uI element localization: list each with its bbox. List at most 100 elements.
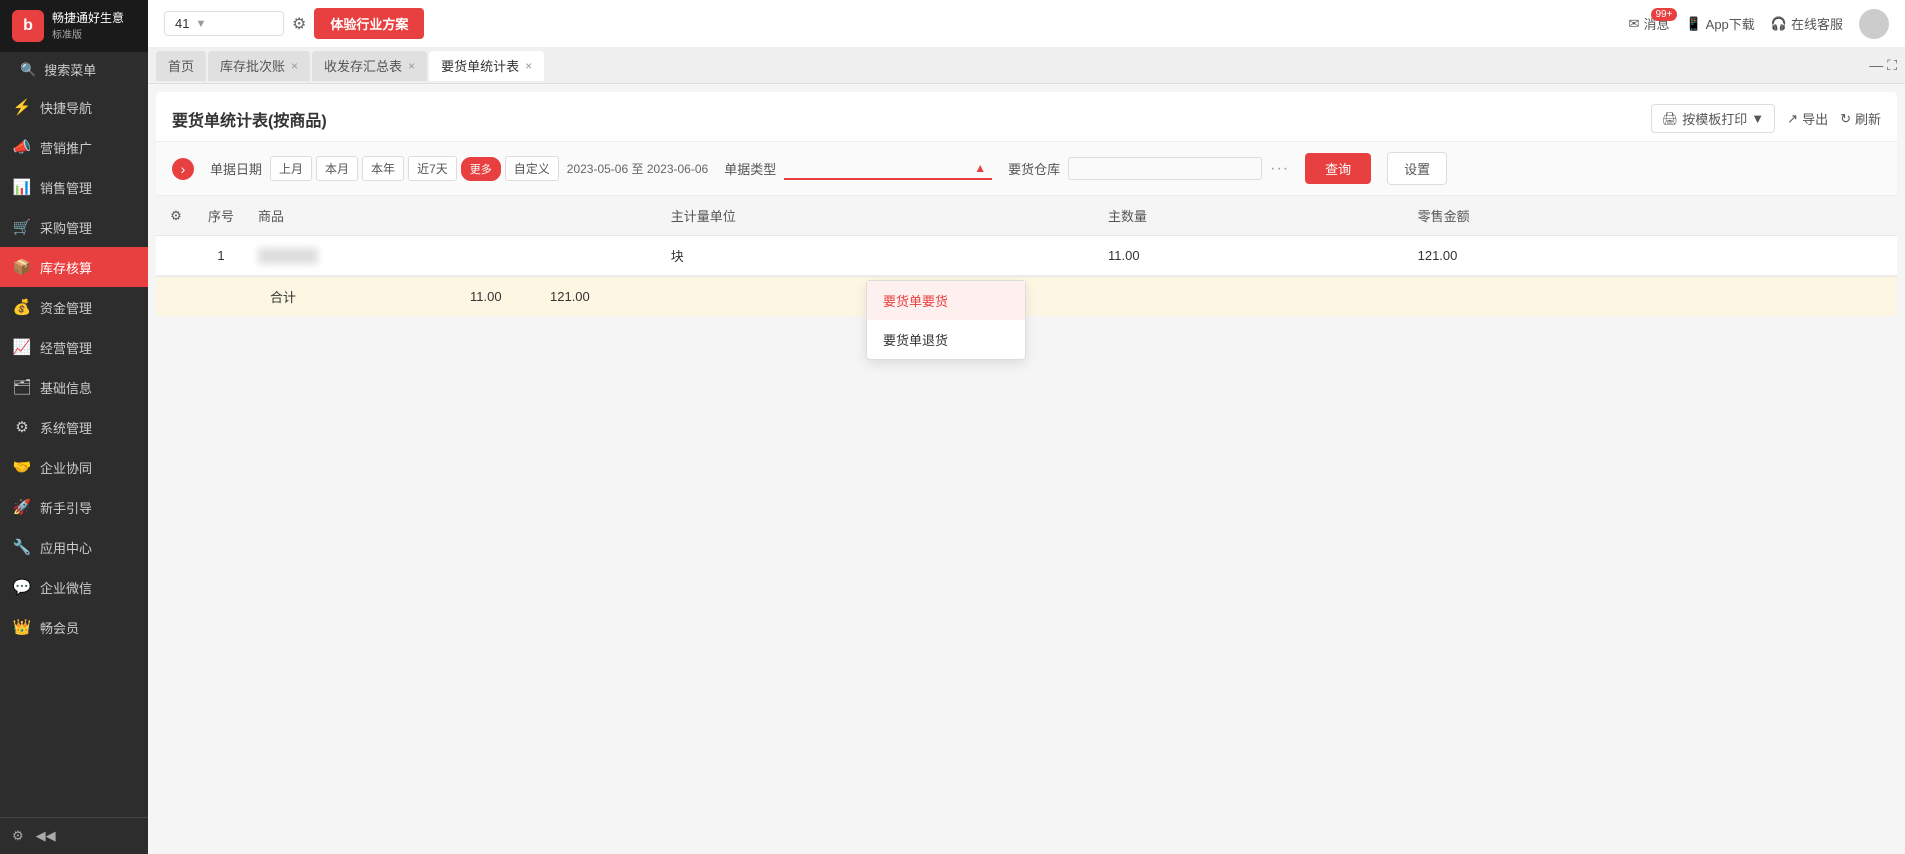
dropdown-item-purchase-order[interactable]: 要货单要货 bbox=[867, 281, 1025, 320]
sidebar-item-label: 系统管理 bbox=[40, 418, 92, 437]
sidebar-item-inventory[interactable]: 📦 库存核算 bbox=[0, 247, 148, 287]
sidebar-item-label: 库存核算 bbox=[40, 258, 92, 277]
filter-settings-button[interactable]: 设置 bbox=[1387, 152, 1447, 185]
topbar: 41 ▼ ⚙ 体验行业方案 ✉ 消息 99+ 📱 App下载 🎧 在线客服 bbox=[148, 0, 1905, 48]
col-num: 序号 bbox=[196, 196, 246, 236]
date-custom-btn[interactable]: 自定义 bbox=[505, 156, 559, 181]
sidebar-item-apps[interactable]: 🔧 应用中心 bbox=[0, 527, 148, 567]
table-body: 1 块 11.00 121.00 bbox=[156, 236, 1897, 276]
tab-order-stats-label: 要货单统计表 bbox=[441, 56, 519, 75]
print-button[interactable]: 🖨 按模板打印 ▼ bbox=[1651, 104, 1775, 133]
table-row: 1 块 11.00 121.00 bbox=[156, 236, 1897, 276]
type-filter-group: 单据类型 ▲ bbox=[724, 157, 992, 180]
inventory-icon: 📦 bbox=[12, 257, 32, 277]
wechat-icon: 💬 bbox=[12, 577, 32, 597]
sidebar-item-wechat[interactable]: 💬 企业微信 bbox=[0, 567, 148, 607]
sidebar-item-system[interactable]: ⚙ 系统管理 bbox=[0, 407, 148, 447]
app-download-icon: 📱 bbox=[1685, 16, 1701, 32]
messages-badge: 99+ bbox=[1651, 8, 1678, 21]
chevron-down-icon: ▼ bbox=[195, 18, 206, 30]
store-selector[interactable]: 41 ▼ bbox=[164, 11, 284, 36]
sidebar-item-marketing[interactable]: 📣 营销推广 bbox=[0, 127, 148, 167]
export-button[interactable]: ↗ 导出 bbox=[1787, 109, 1828, 128]
sidebar-item-quick-nav[interactable]: ⚡ 快捷导航 bbox=[0, 87, 148, 127]
tab-order-stats-close[interactable]: × bbox=[525, 59, 532, 73]
type-filter-input[interactable] bbox=[790, 160, 966, 175]
settings-icon[interactable]: ⚙ bbox=[12, 828, 24, 844]
col-settings[interactable]: ⚙ bbox=[156, 196, 196, 236]
tab-receivables-close[interactable]: × bbox=[408, 59, 415, 73]
tab-maximize-icon[interactable]: ⛶ bbox=[1887, 57, 1897, 74]
marketing-icon: 📣 bbox=[12, 137, 32, 157]
print-arrow-icon: ▼ bbox=[1751, 111, 1764, 126]
user-avatar[interactable] bbox=[1859, 9, 1889, 39]
online-service-item[interactable]: 🎧 在线客服 bbox=[1771, 14, 1843, 33]
row-amount: 121.00 bbox=[1406, 236, 1779, 276]
topbar-gear-icon[interactable]: ⚙ bbox=[292, 14, 306, 34]
tab-receivables-label: 收发存汇总表 bbox=[324, 56, 402, 75]
page-actions: 🖨 按模板打印 ▼ ↗ 导出 ↻ 刷新 bbox=[1651, 104, 1881, 133]
row-product-blurred bbox=[258, 248, 318, 264]
sidebar-item-purchase[interactable]: 🛒 采购管理 bbox=[0, 207, 148, 247]
sidebar-nav: ⚡ 快捷导航 📣 营销推广 📊 销售管理 🛒 采购管理 📦 库存核算 💰 资金管… bbox=[0, 87, 148, 817]
col-extra bbox=[1779, 196, 1897, 236]
sidebar-item-label: 经营管理 bbox=[40, 338, 92, 357]
tab-order-stats[interactable]: 要货单统计表 × bbox=[429, 51, 544, 81]
warehouse-filter-select[interactable] bbox=[1068, 157, 1262, 180]
dropdown-item-purchase-return[interactable]: 要货单退货 bbox=[867, 320, 1025, 359]
printer-icon: 🖨 bbox=[1662, 111, 1679, 127]
date-filter-label: 单据日期 bbox=[210, 159, 262, 178]
export-label: 导出 bbox=[1802, 109, 1828, 128]
date-more-btn[interactable]: 更多 bbox=[461, 157, 501, 181]
filter-toggle-button[interactable]: › bbox=[172, 158, 194, 180]
quick-nav-icon: ⚡ bbox=[12, 97, 32, 117]
warehouse-filter-input[interactable] bbox=[1077, 161, 1253, 176]
topbar-left: 41 ▼ ⚙ 体验行业方案 bbox=[164, 8, 1617, 39]
sidebar-item-guide[interactable]: 🚀 新手引导 bbox=[0, 487, 148, 527]
tab-receivables[interactable]: 收发存汇总表 × bbox=[312, 51, 427, 81]
sidebar-item-label: 营销推广 bbox=[40, 138, 92, 157]
date-prev-btn[interactable]: 上月 bbox=[270, 156, 312, 181]
row-quantity: 11.00 bbox=[1096, 236, 1406, 276]
sidebar-item-operation[interactable]: 📈 经营管理 bbox=[0, 327, 148, 367]
collapse-icon[interactable]: ◀◀ bbox=[36, 828, 56, 844]
type-filter-select[interactable]: ▲ bbox=[784, 157, 992, 180]
sidebar-item-label: 资金管理 bbox=[40, 298, 92, 317]
sidebar-item-member[interactable]: 👑 畅会员 bbox=[0, 607, 148, 647]
refresh-label: 刷新 bbox=[1855, 109, 1881, 128]
sidebar-item-finance[interactable]: 💰 资金管理 bbox=[0, 287, 148, 327]
tab-home[interactable]: 首页 bbox=[156, 51, 206, 81]
date-cur-btn[interactable]: 本月 bbox=[316, 156, 358, 181]
sidebar-item-basic[interactable]: 🗂 基础信息 bbox=[0, 367, 148, 407]
messages-item[interactable]: ✉ 消息 99+ bbox=[1629, 14, 1670, 33]
date-year-btn[interactable]: 本年 bbox=[362, 156, 404, 181]
sidebar-item-label: 快捷导航 bbox=[40, 98, 92, 117]
date-week-btn[interactable]: 近7天 bbox=[408, 156, 457, 181]
sidebar-item-label: 畅会员 bbox=[40, 618, 79, 637]
col-unit: 主计量单位 bbox=[659, 196, 1096, 236]
data-table-container: ⚙ 序号 商品 主计量单位 主数量 零售金额 bbox=[156, 196, 1897, 276]
trial-button[interactable]: 体验行业方案 bbox=[314, 8, 424, 39]
purchase-icon: 🛒 bbox=[12, 217, 32, 237]
tab-minimize-icon[interactable]: — bbox=[1869, 57, 1883, 74]
total-label: 合计 bbox=[258, 287, 378, 306]
sidebar-item-sales[interactable]: 📊 销售管理 bbox=[0, 167, 148, 207]
type-select-chevron-up-icon[interactable]: ▲ bbox=[974, 161, 986, 175]
tab-inventory-batch-close[interactable]: × bbox=[291, 59, 298, 73]
table-settings-icon: ⚙ bbox=[170, 208, 182, 223]
sidebar-item-enterprise[interactable]: 🤝 企业协同 bbox=[0, 447, 148, 487]
warehouse-more-icon[interactable]: ··· bbox=[1270, 160, 1289, 178]
topbar-right: ✉ 消息 99+ 📱 App下载 🎧 在线客服 bbox=[1629, 9, 1889, 39]
tab-inventory-batch[interactable]: 库存批次账 × bbox=[208, 51, 310, 81]
guide-icon: 🚀 bbox=[12, 497, 32, 517]
app-download-item[interactable]: 📱 App下载 bbox=[1685, 14, 1754, 33]
apps-icon: 🔧 bbox=[12, 537, 32, 557]
page-title: 要货单统计表(按商品) bbox=[172, 107, 327, 131]
refresh-icon: ↻ bbox=[1840, 111, 1851, 127]
sidebar: b 畅捷通好生意 标准版 🔍 搜索菜单 ⚡ 快捷导航 📣 营销推广 📊 销售管理… bbox=[0, 0, 148, 854]
sidebar-logo: b 畅捷通好生意 标准版 bbox=[0, 0, 148, 52]
query-button[interactable]: 查询 bbox=[1305, 153, 1371, 184]
row-settings bbox=[156, 236, 196, 276]
refresh-button[interactable]: ↻ 刷新 bbox=[1840, 109, 1881, 128]
sidebar-search[interactable]: 🔍 搜索菜单 bbox=[0, 52, 148, 87]
